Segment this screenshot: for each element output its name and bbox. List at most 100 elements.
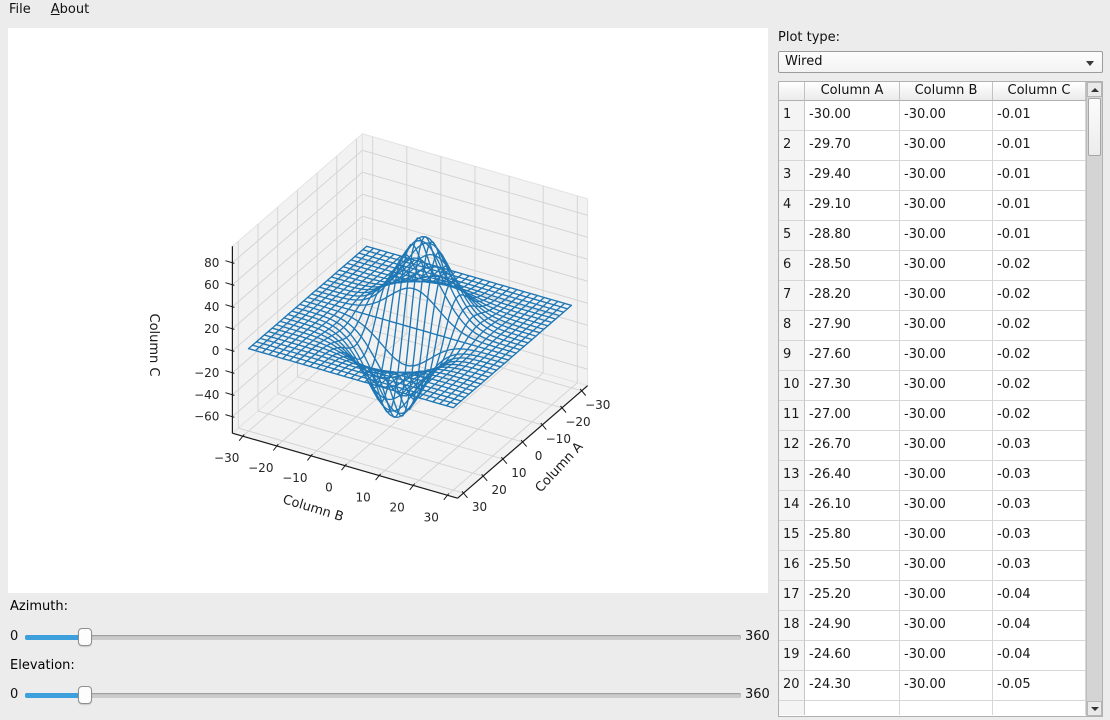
table-cell[interactable]: -30.00: [900, 431, 993, 461]
table-cell[interactable]: -30.00: [900, 191, 993, 221]
elevation-slider[interactable]: [25, 685, 741, 705]
table-cell[interactable]: -0.02: [993, 371, 1086, 401]
table-cell[interactable]: -30.00: [900, 221, 993, 251]
table-header-column-b[interactable]: Column B: [900, 82, 993, 101]
table-cell[interactable]: -0.03: [993, 521, 1086, 551]
table-cell[interactable]: -30.00: [900, 161, 993, 191]
table-cell[interactable]: -0.02: [993, 281, 1086, 311]
table-cell[interactable]: -30.00: [900, 281, 993, 311]
table-cell[interactable]: -27.90: [805, 311, 900, 341]
table-cell[interactable]: -0.02: [993, 401, 1086, 431]
table-cell[interactable]: -26.70: [805, 431, 900, 461]
table-cell[interactable]: -0.01: [993, 221, 1086, 251]
table-cell[interactable]: -24.60: [805, 641, 900, 671]
table-cell[interactable]: -25.50: [805, 551, 900, 581]
row-index-cell[interactable]: 8: [779, 311, 805, 341]
row-index-cell[interactable]: 9: [779, 341, 805, 371]
row-index-cell[interactable]: [779, 701, 805, 715]
table-cell[interactable]: -0.04: [993, 611, 1086, 641]
menu-file[interactable]: File: [0, 0, 41, 21]
table-cell[interactable]: -0.03: [993, 431, 1086, 461]
elevation-slider-track[interactable]: [25, 693, 741, 698]
table-cell[interactable]: -29.40: [805, 161, 900, 191]
table-cell[interactable]: -29.10: [805, 191, 900, 221]
table-cell[interactable]: -27.30: [805, 371, 900, 401]
row-index-cell[interactable]: 13: [779, 461, 805, 491]
row-index-cell[interactable]: 5: [779, 221, 805, 251]
table-cell[interactable]: -30.00: [900, 641, 993, 671]
row-index-cell[interactable]: 19: [779, 641, 805, 671]
table-cell[interactable]: -30.00: [900, 671, 993, 701]
row-index-cell[interactable]: 11: [779, 401, 805, 431]
table-vertical-scrollbar[interactable]: [1086, 82, 1102, 716]
scrollbar-thumb[interactable]: [1088, 98, 1101, 156]
table-cell[interactable]: -30.00: [805, 101, 900, 131]
table-cell[interactable]: -26.10: [805, 491, 900, 521]
table-header-column-c[interactable]: Column C: [993, 82, 1086, 101]
table-cell[interactable]: -30.00: [900, 611, 993, 641]
row-index-cell[interactable]: 18: [779, 611, 805, 641]
table-corner-header[interactable]: [779, 82, 805, 101]
table-header-column-a[interactable]: Column A: [805, 82, 900, 101]
row-index-cell[interactable]: 16: [779, 551, 805, 581]
table-cell[interactable]: -0.01: [993, 101, 1086, 131]
row-index-cell[interactable]: 4: [779, 191, 805, 221]
table-cell[interactable]: -0.03: [993, 491, 1086, 521]
row-index-cell[interactable]: 1: [779, 101, 805, 131]
plot-canvas[interactable]: −30−20−100102030−30−20−100102030−60−40−2…: [8, 28, 768, 593]
plot-type-combobox[interactable]: Wired: [778, 51, 1103, 73]
table-cell[interactable]: -0.01: [993, 131, 1086, 161]
table-cell[interactable]: -30.00: [900, 521, 993, 551]
row-index-cell[interactable]: 6: [779, 251, 805, 281]
elevation-slider-handle[interactable]: [78, 686, 92, 704]
scroll-up-button[interactable]: [1087, 82, 1102, 97]
table-cell[interactable]: -0.02: [993, 341, 1086, 371]
table-cell[interactable]: [993, 701, 1086, 715]
table-cell[interactable]: [900, 701, 993, 715]
table-cell[interactable]: -24.90: [805, 611, 900, 641]
azimuth-slider[interactable]: [25, 627, 741, 647]
table-cell[interactable]: -24.30: [805, 671, 900, 701]
table-cell[interactable]: -30.00: [900, 581, 993, 611]
table-cell[interactable]: -29.70: [805, 131, 900, 161]
table-cell[interactable]: -0.01: [993, 191, 1086, 221]
azimuth-slider-track[interactable]: [25, 635, 741, 640]
table-cell[interactable]: -0.03: [993, 461, 1086, 491]
table-cell[interactable]: -26.40: [805, 461, 900, 491]
row-index-cell[interactable]: 10: [779, 371, 805, 401]
table-cell[interactable]: -30.00: [900, 251, 993, 281]
row-index-cell[interactable]: 17: [779, 581, 805, 611]
table-cell[interactable]: -0.02: [993, 251, 1086, 281]
row-index-cell[interactable]: 12: [779, 431, 805, 461]
scroll-down-button[interactable]: [1087, 701, 1102, 716]
row-index-cell[interactable]: 15: [779, 521, 805, 551]
menu-about[interactable]: About: [41, 0, 99, 21]
table-cell[interactable]: -25.80: [805, 521, 900, 551]
azimuth-slider-handle[interactable]: [78, 628, 92, 646]
table-cell[interactable]: -30.00: [900, 101, 993, 131]
table-cell[interactable]: -0.01: [993, 161, 1086, 191]
table-cell[interactable]: -0.02: [993, 311, 1086, 341]
table-cell[interactable]: -30.00: [900, 551, 993, 581]
table-cell[interactable]: -27.00: [805, 401, 900, 431]
table-cell[interactable]: -30.00: [900, 341, 993, 371]
row-index-cell[interactable]: 3: [779, 161, 805, 191]
table-cell[interactable]: -30.00: [900, 131, 993, 161]
table-cell[interactable]: -27.60: [805, 341, 900, 371]
table-cell[interactable]: [805, 701, 900, 715]
table-cell[interactable]: -0.05: [993, 671, 1086, 701]
table-cell[interactable]: -0.04: [993, 581, 1086, 611]
table-cell[interactable]: -30.00: [900, 311, 993, 341]
table-cell[interactable]: -30.00: [900, 371, 993, 401]
table-cell[interactable]: -30.00: [900, 401, 993, 431]
table-cell[interactable]: -28.20: [805, 281, 900, 311]
table-cell[interactable]: -28.50: [805, 251, 900, 281]
table-cell[interactable]: -0.03: [993, 551, 1086, 581]
table-cell[interactable]: -0.04: [993, 641, 1086, 671]
row-index-cell[interactable]: 14: [779, 491, 805, 521]
table-cell[interactable]: -25.20: [805, 581, 900, 611]
row-index-cell[interactable]: 7: [779, 281, 805, 311]
table-cell[interactable]: -30.00: [900, 461, 993, 491]
table-cell[interactable]: -30.00: [900, 491, 993, 521]
table-cell[interactable]: -28.80: [805, 221, 900, 251]
